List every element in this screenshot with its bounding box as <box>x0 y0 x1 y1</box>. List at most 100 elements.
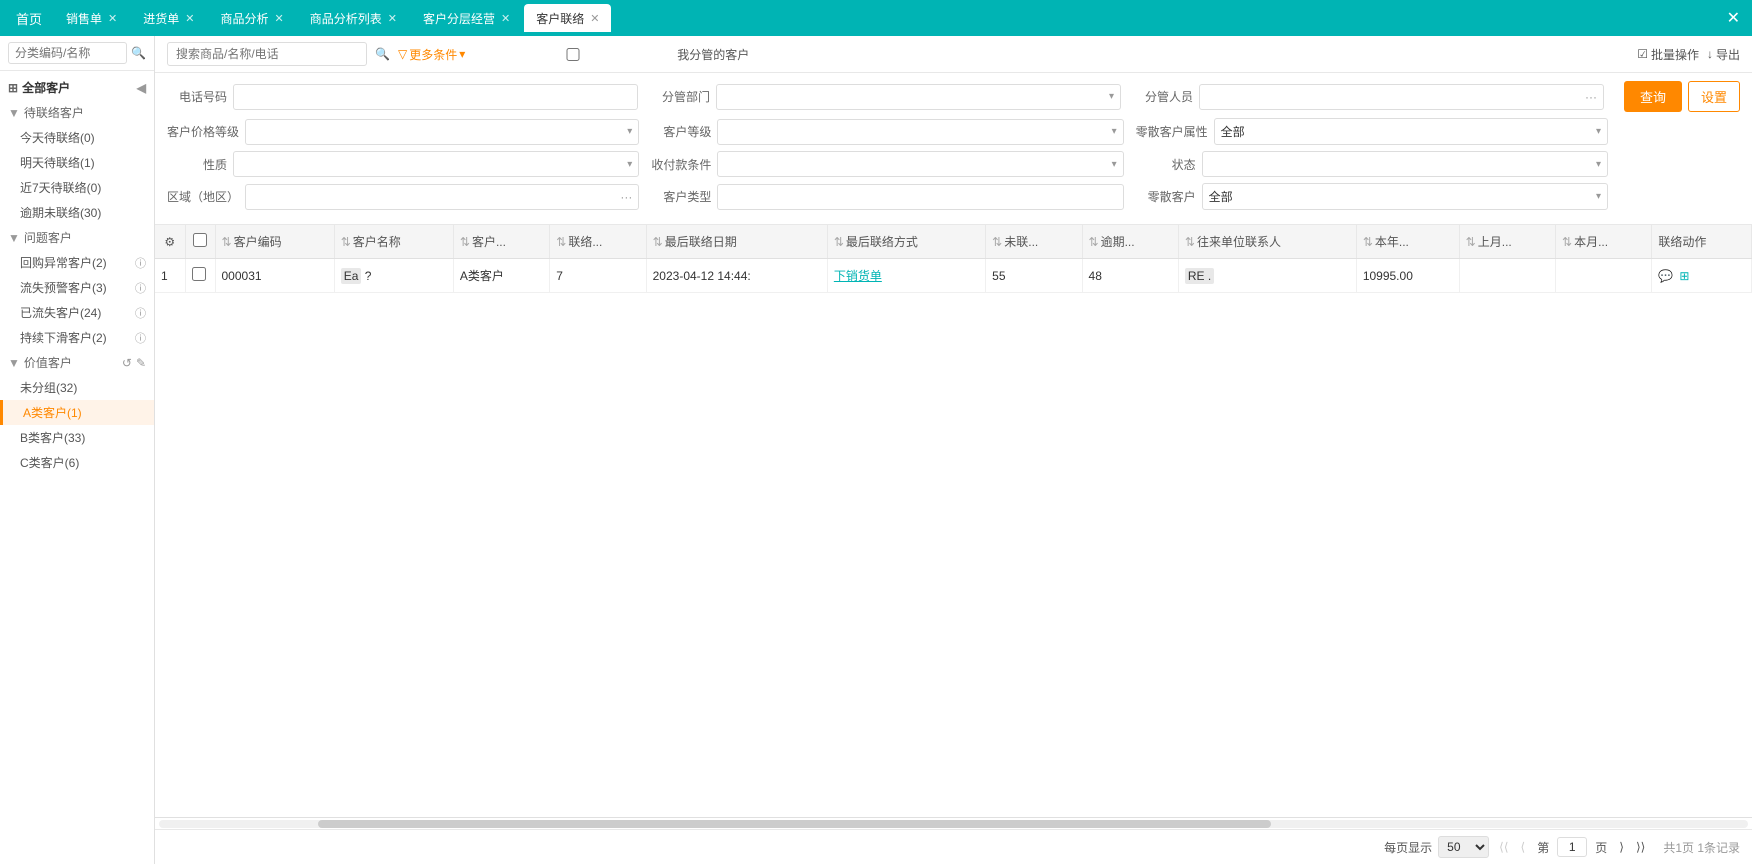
th-this-year[interactable]: ⇅本年... <box>1356 225 1459 259</box>
sidebar-item-a-class[interactable]: A类客户(1) <box>0 400 154 425</box>
sidebar-search-input[interactable] <box>8 42 127 64</box>
more-filters-button[interactable]: ▽ 更多条件 ▾ <box>398 46 465 63</box>
phone-input[interactable] <box>233 84 638 110</box>
tab-sales[interactable]: 销售单 ✕ <box>54 4 129 32</box>
prev-page-button[interactable]: ⟨ <box>1517 838 1530 856</box>
sidebar-item-unclassified[interactable]: 未分组(32) <box>0 375 154 400</box>
th-last-date[interactable]: ⇅最后联络日期 <box>646 225 827 259</box>
sidebar-item-churned[interactable]: 已流失客户(24) ⓘ <box>0 300 154 325</box>
tab-analysis-list[interactable]: 商品分析列表 ✕ <box>298 4 409 32</box>
refresh-icon[interactable]: ↺ <box>122 356 132 370</box>
th-this-month[interactable]: ⇅本月... <box>1556 225 1652 259</box>
retail-customer-dropdown[interactable]: 全部 ▾ <box>1202 183 1608 210</box>
my-customers-checkbox[interactable]: 我分管的客户 <box>473 46 749 63</box>
th-code[interactable]: ⇅客户编码 <box>215 225 334 259</box>
group-value-label: 价值客户 <box>24 354 72 371</box>
th-checkbox <box>185 225 215 259</box>
tab-home[interactable]: 首页 <box>4 9 54 28</box>
filter-phone: 电话号码 <box>167 84 650 110</box>
filter-bar-right: ☑ 批量操作 ↓ 导出 <box>1637 46 1740 63</box>
sort-code: ⇅ <box>222 235 232 249</box>
export-button[interactable]: ↓ 导出 <box>1707 46 1740 63</box>
last-page-button[interactable]: ⟩⟩ <box>1632 838 1649 856</box>
sidebar-item-tomorrow[interactable]: 明天待联络(1) <box>0 150 154 175</box>
filter-row-4: 区域（地区） ··· 客户类型 零散客户 全部 ▾ <box>167 183 1740 210</box>
tab-close-customer-contact[interactable]: ✕ <box>590 12 599 25</box>
sidebar-item-repurchase-abnormal[interactable]: 回购异常客户(2) ⓘ <box>0 250 154 275</box>
set-button[interactable]: 设置 <box>1688 81 1740 112</box>
th-last-type[interactable]: ⇅最后联络方式 <box>827 225 985 259</box>
filter-payment: 收付款条件 ▾ <box>651 151 1135 177</box>
th-no-contact[interactable]: ⇅未联... <box>986 225 1082 259</box>
td-checkbox <box>185 259 215 293</box>
sidebar-item-churn-warning[interactable]: 流失预警客户(3) ⓘ <box>0 275 154 300</box>
customer-type-input[interactable] <box>717 184 1123 210</box>
scrollbar-thumb[interactable] <box>318 820 1271 828</box>
tab-close-analysis-list[interactable]: ✕ <box>388 12 397 25</box>
nature-label: 性质 <box>167 156 227 173</box>
page-number-input[interactable] <box>1557 837 1587 857</box>
tab-close-sales[interactable]: ✕ <box>108 12 117 25</box>
status-dropdown[interactable]: ▾ <box>1202 151 1608 177</box>
next-page-button[interactable]: ⟩ <box>1615 838 1628 856</box>
select-all-checkbox[interactable] <box>193 233 207 247</box>
sidebar-item-today[interactable]: 今天待联络(0) <box>0 125 154 150</box>
tab-analysis[interactable]: 商品分析 ✕ <box>208 4 295 32</box>
th-contact-count[interactable]: ⇅联络... <box>550 225 646 259</box>
sidebar-item-week[interactable]: 近7天待联络(0) <box>0 175 154 200</box>
sidebar-item-b-class[interactable]: B类客户(33) <box>0 425 154 450</box>
person-input[interactable]: ··· <box>1199 84 1604 110</box>
window-close-button[interactable]: ✕ <box>1719 8 1748 28</box>
advanced-filter: 电话号码 分管部门 ▾ 分管人员 ··· <box>155 73 1752 225</box>
region-input[interactable]: ··· <box>245 184 639 210</box>
sort-contact-count: ⇅ <box>556 235 566 249</box>
page-size-select[interactable]: 50 100 200 <box>1438 836 1489 858</box>
th-last-month[interactable]: ⇅上月... <box>1459 225 1555 259</box>
nature-dropdown[interactable]: ▾ <box>233 151 639 177</box>
my-customers-check-input[interactable] <box>473 48 673 61</box>
tab-close-customer-tier[interactable]: ✕ <box>501 12 510 25</box>
payment-dropdown[interactable]: ▾ <box>717 151 1123 177</box>
tab-purchase[interactable]: 进货单 ✕ <box>131 4 206 32</box>
qr-icon[interactable]: ⊞ <box>1679 269 1689 283</box>
tab-close-purchase[interactable]: ✕ <box>185 12 194 25</box>
query-button[interactable]: 查询 <box>1624 81 1682 112</box>
retail-customer-label: 零散客户 <box>1136 188 1196 205</box>
dept-dropdown[interactable]: ▾ <box>716 84 1121 110</box>
th-overdue[interactable]: ⇅逾期... <box>1082 225 1178 259</box>
row-checkbox[interactable] <box>192 267 206 281</box>
page-total-label: 页 <box>1591 837 1611 858</box>
th-name[interactable]: ⇅客户名称 <box>334 225 453 259</box>
tab-customer-tier[interactable]: 客户分层经营 ✕ <box>411 4 522 32</box>
arrow-pending: ▼ <box>8 106 20 120</box>
sidebar-header-label: 全部客户 <box>22 79 70 96</box>
chat-icon[interactable]: 💬 <box>1658 269 1673 283</box>
sort-this-month: ⇅ <box>1562 235 1572 249</box>
first-page-button[interactable]: ⟨⟨ <box>1495 838 1512 856</box>
price-level-dropdown[interactable]: ▾ <box>245 119 639 145</box>
th-settings[interactable]: ⚙ <box>155 225 185 259</box>
sidebar-item-declining[interactable]: 持续下滑客户(2) ⓘ <box>0 325 154 350</box>
search-input[interactable] <box>167 42 367 66</box>
sidebar-search-area: 🔍 <box>0 36 154 71</box>
scrollbar-track[interactable] <box>159 820 1748 828</box>
th-level[interactable]: ⇅客户... <box>453 225 549 259</box>
main-layout: 🔍 ⊞ 全部客户 ◀ ▼ 待联络客户 今天待联络(0) 明天待联络(1) 近7天… <box>0 36 1752 864</box>
th-contact-person[interactable]: ⇅往来单位联系人 <box>1178 225 1356 259</box>
th-actions: 联络动作 <box>1652 225 1752 259</box>
search-button[interactable]: 🔍 <box>375 47 390 61</box>
edit-icon[interactable]: ✎ <box>136 356 146 370</box>
last-contact-type-link[interactable]: 下销货单 <box>834 269 882 283</box>
sidebar-collapse-icon[interactable]: ◀ <box>137 81 146 95</box>
sidebar-item-c-class[interactable]: C类客户(6) <box>0 450 154 475</box>
batch-op-button[interactable]: ☑ 批量操作 <box>1637 46 1699 63</box>
sidebar-item-overdue[interactable]: 逾期未联络(30) <box>0 200 154 225</box>
retail-attr-arrow: ▾ <box>1596 126 1601 137</box>
customer-level-dropdown[interactable]: ▾ <box>717 119 1123 145</box>
retail-attr-dropdown[interactable]: 全部 ▾ <box>1214 118 1608 145</box>
tab-customer-contact[interactable]: 客户联络 ✕ <box>524 4 611 32</box>
horizontal-scrollbar[interactable] <box>155 817 1752 829</box>
sidebar-search-icon[interactable]: 🔍 <box>131 46 146 60</box>
table-row: 1 000031 Ea ? A类客户 7 2023-04-12 14:44: 下… <box>155 259 1752 293</box>
tab-close-analysis[interactable]: ✕ <box>275 12 284 25</box>
